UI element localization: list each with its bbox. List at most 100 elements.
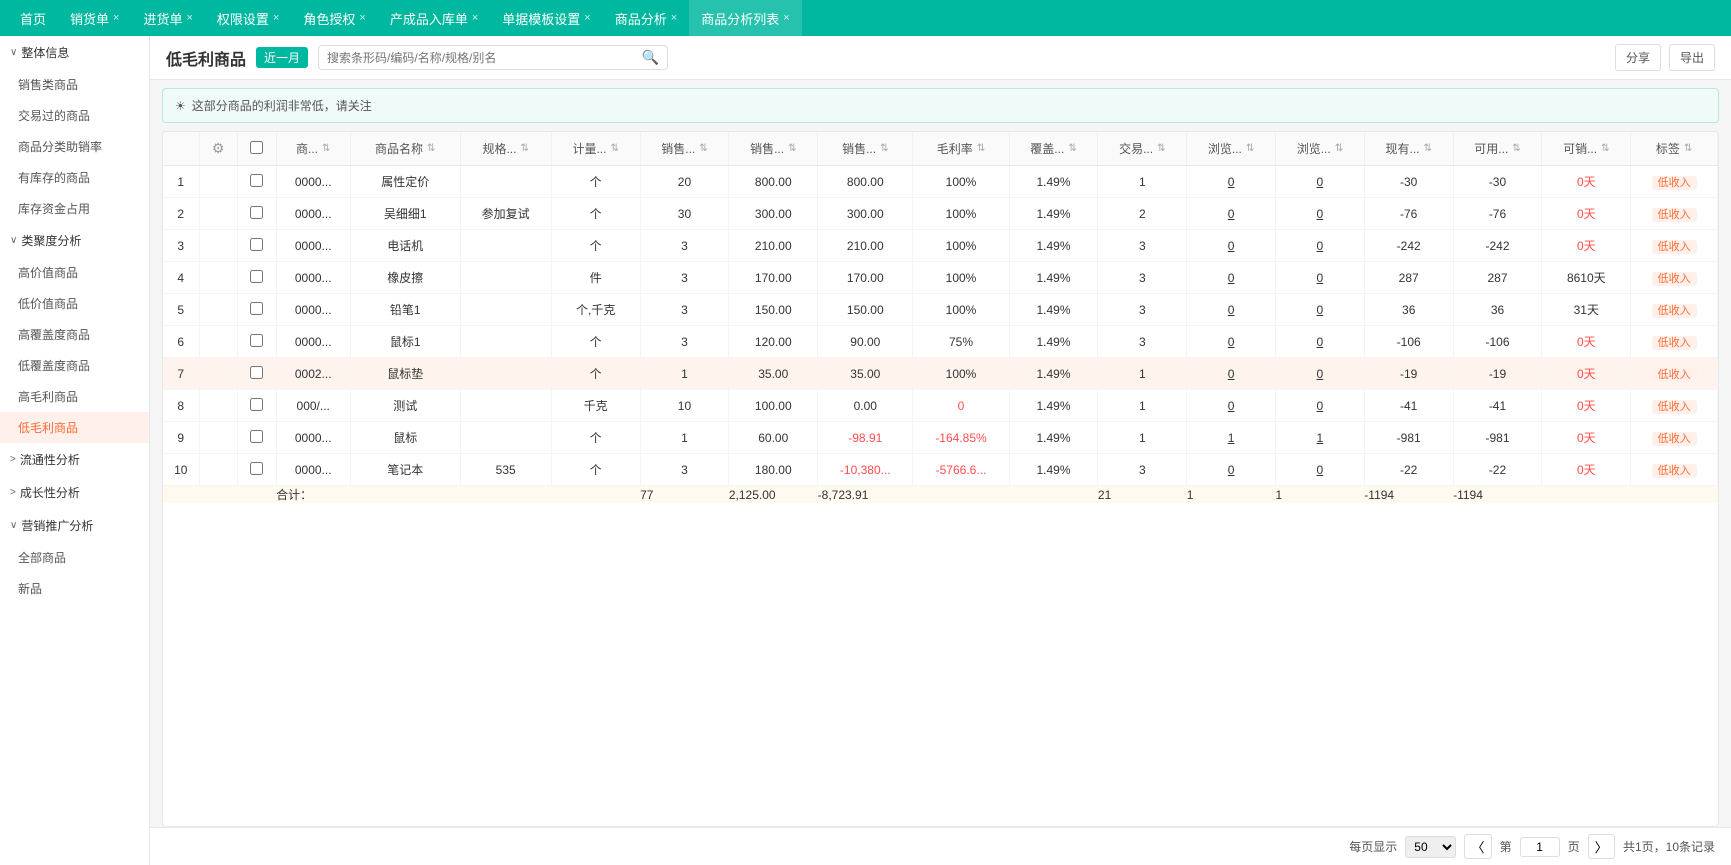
cell-settings[interactable] bbox=[199, 358, 237, 390]
sort-icon[interactable]: ⇅ bbox=[520, 143, 528, 154]
cell-checkbox[interactable] bbox=[237, 326, 276, 358]
view-link[interactable]: 0 bbox=[1317, 399, 1324, 413]
cell-settings[interactable] bbox=[199, 326, 237, 358]
sidebar-section-title[interactable]: >流通性分析 bbox=[0, 443, 149, 476]
next-page-button[interactable]: 〉 bbox=[1588, 834, 1615, 859]
col-header-name[interactable]: 商品名称⇅ bbox=[350, 132, 460, 166]
cell-settings[interactable] bbox=[199, 294, 237, 326]
nav-item[interactable]: 单据模板设置× bbox=[490, 0, 602, 36]
sidebar-item[interactable]: 交易过的商品 bbox=[0, 100, 149, 131]
view-link[interactable]: 0 bbox=[1317, 271, 1324, 285]
col-header-sales_profit[interactable]: 销售...⇅ bbox=[818, 132, 913, 166]
cell-checkbox[interactable] bbox=[237, 358, 276, 390]
sort-icon[interactable]: ⇅ bbox=[880, 143, 888, 154]
view-link[interactable]: 0 bbox=[1228, 207, 1235, 221]
col-header-sales_qty[interactable]: 销售...⇅ bbox=[640, 132, 729, 166]
row-checkbox[interactable] bbox=[250, 206, 263, 219]
cell-checkbox[interactable] bbox=[237, 390, 276, 422]
sort-icon[interactable]: ⇅ bbox=[1424, 143, 1432, 154]
sort-icon[interactable]: ⇅ bbox=[1157, 143, 1165, 154]
close-icon[interactable]: × bbox=[113, 12, 119, 24]
cell-settings[interactable] bbox=[199, 230, 237, 262]
cell-checkbox[interactable] bbox=[237, 166, 276, 198]
sidebar-item[interactable]: 商品分类助销率 bbox=[0, 131, 149, 162]
view-link[interactable]: 0 bbox=[1317, 335, 1324, 349]
view-link[interactable]: 0 bbox=[1228, 463, 1235, 477]
sort-icon[interactable]: ⇅ bbox=[322, 143, 330, 154]
cell-settings[interactable] bbox=[199, 422, 237, 454]
view-link[interactable]: 0 bbox=[1228, 399, 1235, 413]
col-header-settings[interactable]: ⚙ bbox=[199, 132, 237, 166]
share-button[interactable]: 分享 bbox=[1615, 44, 1661, 71]
col-header-view1[interactable]: 浏览...⇅ bbox=[1187, 132, 1276, 166]
cell-checkbox[interactable] bbox=[237, 198, 276, 230]
col-header-code[interactable]: 商...⇅ bbox=[276, 132, 350, 166]
row-checkbox[interactable] bbox=[250, 174, 263, 187]
sidebar-item[interactable]: 全部商品 bbox=[0, 542, 149, 573]
col-header-tag[interactable]: 标签⇅ bbox=[1631, 132, 1718, 166]
sidebar-item[interactable]: 新品 bbox=[0, 573, 149, 604]
search-icon[interactable]: 🔍 bbox=[642, 49, 659, 66]
export-button[interactable]: 导出 bbox=[1669, 44, 1715, 71]
view-link[interactable]: 0 bbox=[1228, 367, 1235, 381]
sidebar-item[interactable]: 高覆盖度商品 bbox=[0, 319, 149, 350]
sort-icon[interactable]: ⇅ bbox=[1512, 143, 1520, 154]
close-icon[interactable]: × bbox=[273, 12, 279, 24]
nav-item[interactable]: 首页 bbox=[8, 0, 58, 36]
sidebar-item[interactable]: 低毛利商品 bbox=[0, 412, 149, 443]
close-icon[interactable]: × bbox=[472, 12, 478, 24]
nav-item[interactable]: 销货单× bbox=[58, 0, 131, 36]
sort-icon[interactable]: ⇅ bbox=[977, 143, 985, 154]
page-input[interactable] bbox=[1520, 837, 1560, 857]
per-page-select[interactable]: 50 20 100 bbox=[1405, 836, 1456, 858]
nav-item[interactable]: 商品分析× bbox=[603, 0, 689, 36]
cell-settings[interactable] bbox=[199, 166, 237, 198]
row-checkbox[interactable] bbox=[250, 398, 263, 411]
close-icon[interactable]: × bbox=[783, 12, 789, 24]
nav-item[interactable]: 产成品入库单× bbox=[378, 0, 490, 36]
row-checkbox[interactable] bbox=[250, 302, 263, 315]
view-link[interactable]: 0 bbox=[1228, 271, 1235, 285]
sidebar-section-title[interactable]: >成长性分析 bbox=[0, 476, 149, 509]
view-link[interactable]: 0 bbox=[1317, 463, 1324, 477]
col-header-view2[interactable]: 浏览...⇅ bbox=[1276, 132, 1365, 166]
sidebar-section-title[interactable]: ∨营销推广分析 bbox=[0, 509, 149, 542]
cell-checkbox[interactable] bbox=[237, 454, 276, 486]
view-link[interactable]: 0 bbox=[1228, 175, 1235, 189]
date-tag[interactable]: 近一月 bbox=[256, 47, 308, 68]
view-link[interactable]: 0 bbox=[1228, 303, 1235, 317]
sidebar-section-title[interactable]: ∨整体信息 bbox=[0, 36, 149, 69]
col-header-unit[interactable]: 计量...⇅ bbox=[551, 132, 640, 166]
view-link[interactable]: 1 bbox=[1228, 431, 1235, 445]
row-checkbox[interactable] bbox=[250, 430, 263, 443]
view-link[interactable]: 0 bbox=[1228, 335, 1235, 349]
row-checkbox[interactable] bbox=[250, 366, 263, 379]
sort-icon[interactable]: ⇅ bbox=[1601, 143, 1609, 154]
sort-icon[interactable]: ⇅ bbox=[788, 143, 796, 154]
close-icon[interactable]: × bbox=[584, 12, 590, 24]
sort-icon[interactable]: ⇅ bbox=[699, 143, 707, 154]
cell-checkbox[interactable] bbox=[237, 422, 276, 454]
sort-icon[interactable]: ⇅ bbox=[1684, 143, 1692, 154]
cell-settings[interactable] bbox=[199, 262, 237, 294]
sidebar-item[interactable]: 高价值商品 bbox=[0, 257, 149, 288]
search-box[interactable]: 🔍 bbox=[318, 45, 668, 70]
cell-checkbox[interactable] bbox=[237, 230, 276, 262]
col-header-available[interactable]: 可用...⇅ bbox=[1453, 132, 1542, 166]
nav-item[interactable]: 商品分析列表× bbox=[689, 0, 801, 36]
cell-settings[interactable] bbox=[199, 454, 237, 486]
view-link[interactable]: 0 bbox=[1317, 303, 1324, 317]
settings-icon[interactable]: ⚙ bbox=[212, 140, 225, 156]
col-header-margin_rate[interactable]: 毛利率⇅ bbox=[913, 132, 1009, 166]
sidebar-item[interactable]: 有库存的商品 bbox=[0, 162, 149, 193]
nav-item[interactable]: 角色授权× bbox=[291, 0, 377, 36]
prev-page-button[interactable]: 〈 bbox=[1464, 834, 1491, 859]
close-icon[interactable]: × bbox=[671, 12, 677, 24]
sidebar-item[interactable]: 高毛利商品 bbox=[0, 381, 149, 412]
sort-icon[interactable]: ⇅ bbox=[1246, 143, 1254, 154]
row-checkbox[interactable] bbox=[250, 462, 263, 475]
cell-checkbox[interactable] bbox=[237, 294, 276, 326]
nav-item[interactable]: 权限设置× bbox=[205, 0, 291, 36]
sort-icon[interactable]: ⇅ bbox=[1068, 143, 1076, 154]
col-header-trade[interactable]: 交易...⇅ bbox=[1098, 132, 1187, 166]
